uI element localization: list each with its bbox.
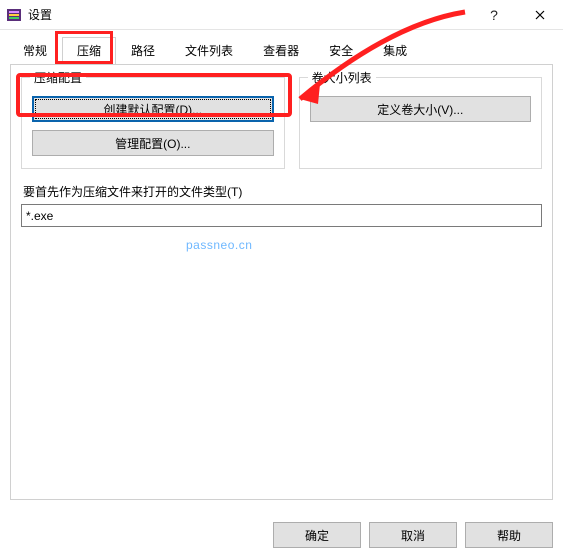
app-icon — [6, 7, 22, 23]
tab-path[interactable]: 路径 — [116, 37, 170, 65]
cancel-button[interactable]: 取消 — [369, 522, 457, 548]
help-footer-button[interactable]: 帮助 — [465, 522, 553, 548]
tab-filelist[interactable]: 文件列表 — [170, 37, 248, 65]
tab-viewer[interactable]: 查看器 — [248, 37, 314, 65]
tab-integration[interactable]: 集成 — [368, 37, 422, 65]
dialog-footer: 确定 取消 帮助 — [273, 522, 553, 548]
manage-profile-button[interactable]: 管理配置(O)... — [32, 130, 274, 156]
tab-compression[interactable]: 压缩 — [62, 37, 116, 65]
define-volume-size-button[interactable]: 定义卷大小(V)... — [310, 96, 531, 122]
close-button[interactable] — [517, 0, 563, 30]
create-default-profile-button[interactable]: 创建默认配置(D)... — [32, 96, 274, 122]
filetype-input[interactable] — [21, 204, 542, 227]
tab-panel: 压缩配置 创建默认配置(D)... 管理配置(O)... 卷大小列表 定义卷大小… — [10, 64, 553, 500]
group-volume-size: 卷大小列表 定义卷大小(V)... — [299, 77, 542, 169]
filetype-label: 要首先作为压缩文件来打开的文件类型(T) — [23, 183, 542, 200]
group-volume-size-title: 卷大小列表 — [308, 69, 376, 86]
window-title: 设置 — [28, 6, 52, 23]
tab-bar: 常规 压缩 路径 文件列表 查看器 安全 集成 — [0, 30, 563, 64]
group-compression-profile: 压缩配置 创建默认配置(D)... 管理配置(O)... — [21, 77, 285, 169]
group-compression-profile-title: 压缩配置 — [30, 69, 86, 86]
tab-general[interactable]: 常规 — [8, 37, 62, 65]
titlebar: 设置 ? — [0, 0, 563, 30]
tab-security[interactable]: 安全 — [314, 37, 368, 65]
ok-button[interactable]: 确定 — [273, 522, 361, 548]
help-button[interactable]: ? — [471, 0, 517, 30]
